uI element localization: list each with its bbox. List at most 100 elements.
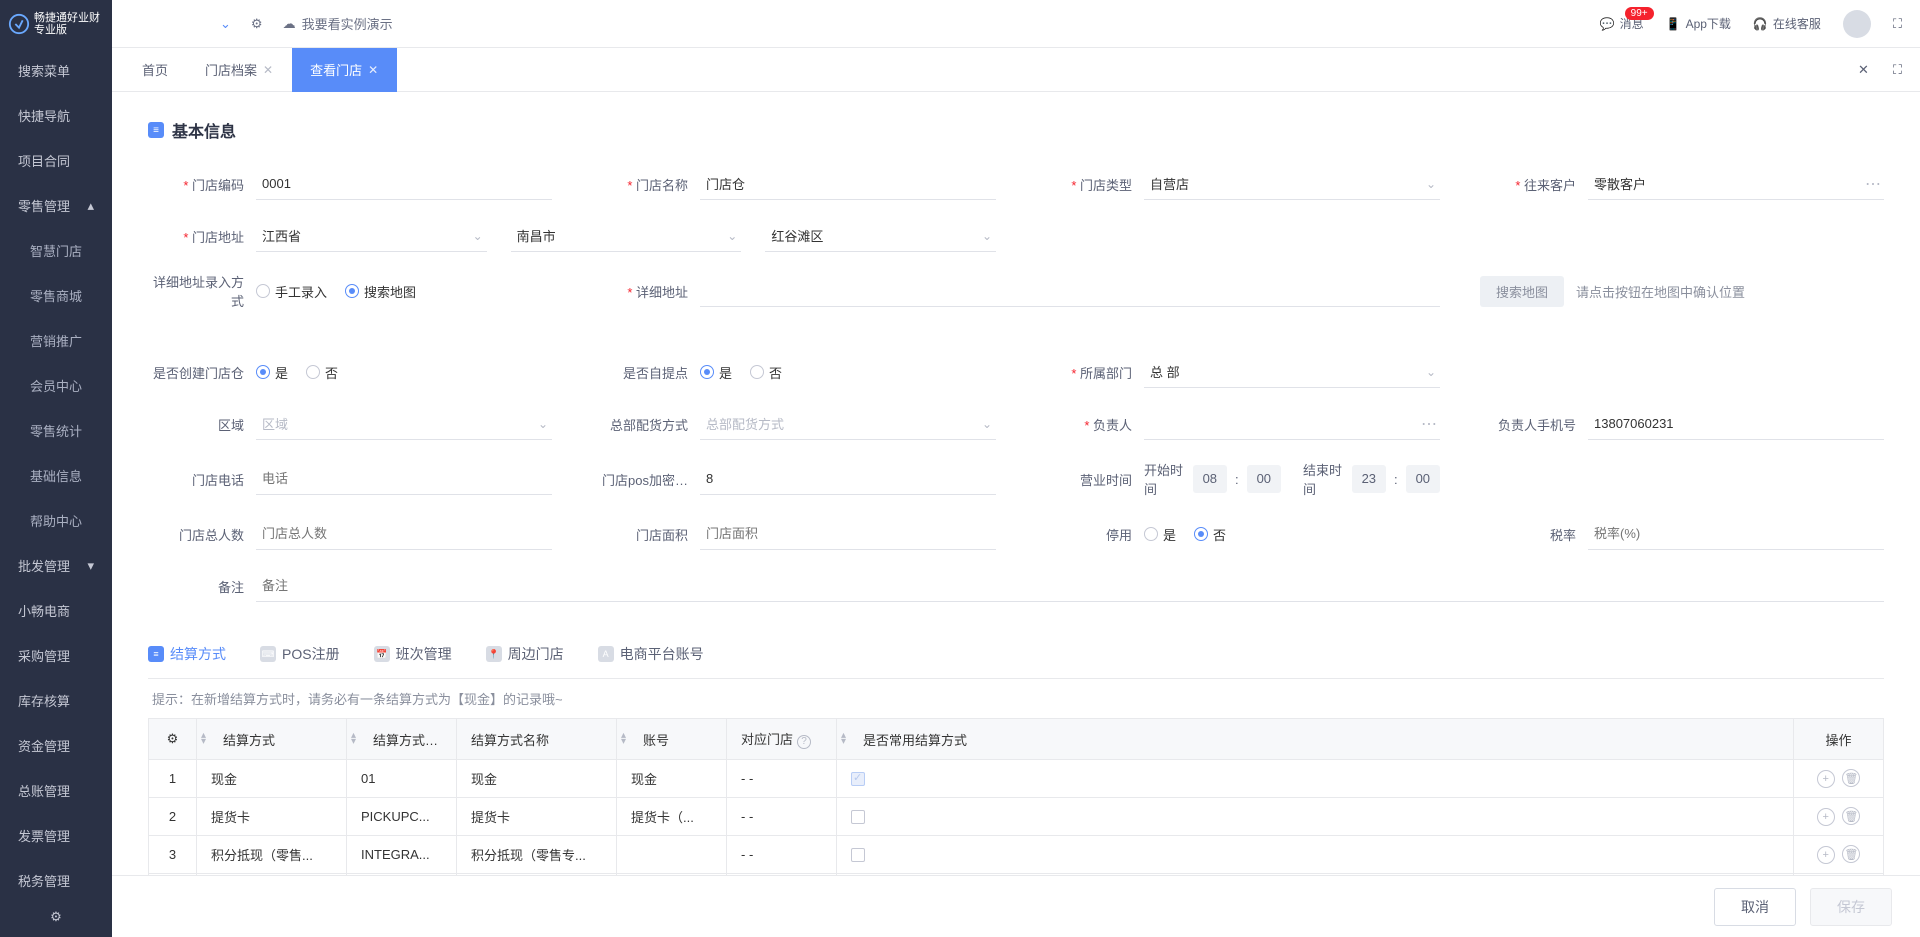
cell-account[interactable]: 现金 (617, 760, 727, 798)
subtab-settlement[interactable]: ≡结算方式 (148, 638, 226, 670)
th-gear[interactable]: ⚙ (149, 719, 197, 760)
dist-mode-select[interactable]: 总部配货方式⌄ (700, 408, 996, 440)
sidebar-item-ledger[interactable]: 总账管理 (0, 768, 112, 813)
sidebar-item-search[interactable]: 搜索菜单 (0, 48, 112, 93)
radio-warehouse-yes[interactable]: 是 (256, 363, 288, 382)
add-icon[interactable]: + (1817, 770, 1835, 788)
subtab-shift[interactable]: 📅班次管理 (374, 638, 452, 670)
trash-icon[interactable]: 🗑 (1842, 807, 1860, 825)
search-map-button[interactable]: 搜索地图 (1480, 276, 1564, 307)
sidebar-item-inventory[interactable]: 库存核算 (0, 678, 112, 723)
checkbox[interactable] (851, 810, 865, 824)
sidebar-item-member[interactable]: 会员中心 (0, 363, 112, 408)
sidebar-item-basicinfo[interactable]: 基础信息 (0, 453, 112, 498)
org-selector[interactable]: ⌄ (130, 16, 231, 32)
customer-select[interactable]: 零散客户⋯ (1588, 168, 1884, 200)
checkbox[interactable] (851, 848, 865, 862)
radio-pickup-yes[interactable]: 是 (700, 363, 732, 382)
subtab-pos-register[interactable]: ⌨POS注册 (260, 638, 340, 670)
tab-view-store[interactable]: 查看门店✕ (292, 48, 397, 92)
sidebar-item-wholesale[interactable]: 批发管理▾ (0, 543, 112, 588)
sidebar-settings[interactable]: ⚙ (0, 897, 112, 937)
department-select[interactable]: 总 部⌄ (1144, 356, 1440, 388)
tab-home[interactable]: 首页 (124, 48, 187, 92)
customer-service-button[interactable]: 🎧 在线客服 (1753, 15, 1821, 32)
area-input[interactable] (700, 518, 996, 550)
app-download-button[interactable]: 📱 App下载 (1666, 15, 1731, 32)
sidebar-item-retail[interactable]: 零售管理▴ (0, 183, 112, 228)
close-icon[interactable]: ✕ (368, 63, 378, 77)
add-icon[interactable]: + (1817, 808, 1835, 826)
city-select[interactable]: 南昌市⌄ (511, 220, 742, 252)
start-hour[interactable]: 08 (1193, 465, 1227, 493)
store-name-input[interactable] (700, 168, 996, 200)
region-select[interactable]: 区域⌄ (256, 408, 552, 440)
province-select[interactable]: 江西省⌄ (256, 220, 487, 252)
end-min[interactable]: 00 (1406, 465, 1440, 493)
sidebar-item-marketing[interactable]: 营销推广 (0, 318, 112, 363)
gear-icon[interactable]: ⚙ (251, 16, 263, 32)
radio-manual[interactable]: 手工录入 (256, 282, 327, 301)
sidebar-item-smartstore[interactable]: 智慧门店 (0, 228, 112, 273)
radio-disabled-no[interactable]: 否 (1194, 525, 1226, 544)
radio-disabled-yes[interactable]: 是 (1144, 525, 1176, 544)
close-icon[interactable]: ✕ (263, 63, 273, 77)
messages-button[interactable]: 💬 消息 99+ (1600, 15, 1644, 32)
end-hour[interactable]: 23 (1352, 465, 1386, 493)
th-method-name[interactable]: 结算方式名称 (457, 719, 617, 760)
cell-method[interactable]: 提货卡 (197, 798, 347, 836)
cancel-button[interactable]: 取消 (1714, 888, 1796, 926)
manager-select[interactable]: ⋯ (1144, 408, 1440, 440)
headcount-input[interactable] (256, 518, 552, 550)
sidebar-item-project[interactable]: 项目合同 (0, 138, 112, 183)
expand-icon[interactable]: ⛶ (1887, 56, 1908, 84)
district-select[interactable]: 红谷滩区⌄ (765, 220, 996, 252)
cell-account[interactable] (617, 836, 727, 874)
cell-common[interactable] (837, 760, 1794, 798)
subtab-nearby[interactable]: 📍周边门店 (486, 638, 564, 670)
close-all-icon[interactable]: ✕ (1852, 56, 1875, 84)
sidebar-item-fund[interactable]: 资金管理 (0, 723, 112, 768)
store-phone-input[interactable] (256, 463, 552, 495)
cell-account[interactable]: 提货卡（... (617, 798, 727, 836)
th-method-code[interactable]: ▴▾结算方式… (347, 719, 457, 760)
store-type-select[interactable]: 自营店⌄ (1144, 168, 1440, 200)
demo-link[interactable]: ☁ 我要看实例演示 (283, 14, 393, 33)
avatar[interactable] (1843, 10, 1871, 38)
th-common[interactable]: ▴▾是否常用结算方式 (837, 719, 1794, 760)
add-icon[interactable]: + (1817, 846, 1835, 864)
subtab-ecommerce-acct[interactable]: A电商平台账号 (598, 638, 704, 670)
cell-method[interactable]: 积分抵现（零售... (197, 836, 347, 874)
trash-icon[interactable]: 🗑 (1842, 769, 1860, 787)
start-min[interactable]: 00 (1247, 465, 1281, 493)
store-code-input[interactable] (256, 168, 552, 200)
manager-phone-input[interactable] (1588, 408, 1884, 440)
remark-input[interactable] (256, 570, 1884, 602)
tax-rate-input[interactable] (1588, 518, 1884, 550)
checkbox[interactable] (851, 772, 865, 786)
sidebar-item-invoice[interactable]: 发票管理 (0, 813, 112, 858)
radio-warehouse-no[interactable]: 否 (306, 363, 338, 382)
trash-icon[interactable]: 🗑 (1842, 845, 1860, 863)
help-icon[interactable]: ? (797, 735, 811, 749)
sidebar-item-help[interactable]: 帮助中心 (0, 498, 112, 543)
sidebar-item-retailstats[interactable]: 零售统计 (0, 408, 112, 453)
tab-store-archive[interactable]: 门店档案✕ (187, 48, 292, 92)
sidebar-item-ecommerce[interactable]: 小畅电商 (0, 588, 112, 633)
cell-common[interactable] (837, 798, 1794, 836)
th-method[interactable]: ▴▾结算方式 (197, 719, 347, 760)
fullscreen-icon[interactable]: ⛶ (1893, 16, 1902, 32)
sidebar-logo[interactable]: 畅捷通好业财 专业版 (0, 0, 112, 48)
sidebar-item-purchase[interactable]: 采购管理 (0, 633, 112, 678)
sidebar-item-quicknav[interactable]: 快捷导航 (0, 93, 112, 138)
cell-method[interactable]: 现金 (197, 760, 347, 798)
th-account[interactable]: ▴▾账号 (617, 719, 727, 760)
cell-common[interactable] (837, 836, 1794, 874)
th-store[interactable]: 对应门店? (727, 719, 837, 760)
pos-encrypt-input[interactable] (700, 463, 996, 495)
radio-pickup-no[interactable]: 否 (750, 363, 782, 382)
save-button[interactable]: 保存 (1810, 888, 1892, 926)
detail-addr-input[interactable] (700, 275, 1440, 307)
sidebar-item-retailmall[interactable]: 零售商城 (0, 273, 112, 318)
radio-map[interactable]: 搜索地图 (345, 282, 416, 301)
